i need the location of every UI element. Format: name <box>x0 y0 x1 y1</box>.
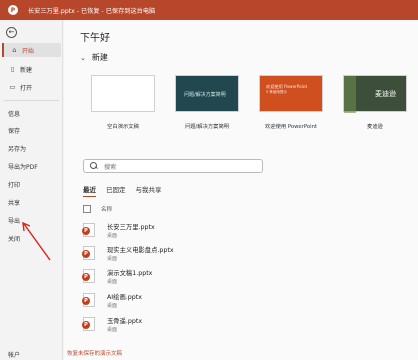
new-section-header[interactable]: ⌄ 新建 <box>80 52 108 63</box>
list-item[interactable]: P 现实主义电影盘点.pptx 桌面 <box>82 242 403 264</box>
thumbnail-accent <box>344 76 356 113</box>
section-title: 新建 <box>91 53 108 62</box>
search-placeholder: 搜索 <box>104 163 117 171</box>
pptx-file-icon: P <box>82 269 95 283</box>
file-location: 桌面 <box>107 302 118 309</box>
pptx-file-icon: P <box>82 223 95 237</box>
file-list-header: 名称 <box>83 205 403 213</box>
template-label: 空白演示文稿 <box>107 124 139 130</box>
tab-recent[interactable]: 最近 <box>83 184 96 197</box>
template-label: 欢迎使用 PowerPoint <box>264 124 318 130</box>
file-type-icon <box>83 205 91 213</box>
pptx-file-icon: P <box>82 246 95 260</box>
thumbnail-title: 麦迪逊 <box>375 90 396 98</box>
file-name: 长安三万里.pptx <box>107 223 155 231</box>
template-welcome-thumbnail[interactable]: 欢迎使用 PowerPoint 5 条使用提示 <box>259 75 323 112</box>
list-item[interactable]: P 玉骨遥.pptx 桌面 <box>82 313 403 335</box>
column-name-header[interactable]: 名称 <box>101 205 112 213</box>
search-input[interactable]: 搜索 <box>83 159 263 173</box>
list-item[interactable]: P 演示文稿1.pptx 桌面 <box>82 265 403 287</box>
page-title: 下午好 <box>80 33 110 44</box>
template-blank-thumbnail[interactable] <box>91 75 155 112</box>
file-name: 玉骨遥.pptx <box>107 317 143 325</box>
thumbnail-title: 问题/解决方案简明 <box>184 92 226 98</box>
file-name: AI绘画.pptx <box>107 293 142 301</box>
file-location: 桌面 <box>107 255 118 262</box>
file-location: 桌面 <box>107 326 118 333</box>
tab-pinned[interactable]: 已固定 <box>106 184 126 197</box>
pptx-file-icon: P <box>82 317 95 331</box>
recover-unsaved-link[interactable]: 恢复未保存的演示文稿 <box>67 349 122 357</box>
backstage-home: 下午好 ⌄ 新建 空白演示文稿 问题/解决方案简明 问题/解决方案简明 欢迎使用… <box>64 20 418 360</box>
template-problem-solution-thumbnail[interactable]: 问题/解决方案简明 <box>175 75 239 112</box>
list-item[interactable]: P AI绘画.pptx 桌面 <box>82 289 403 311</box>
file-location: 桌面 <box>107 278 118 285</box>
template-label: 问题/解决方案简明 <box>184 124 230 130</box>
file-tabs: 最近 已固定 与我共享 <box>83 184 172 197</box>
file-location: 桌面 <box>107 232 118 239</box>
template-label: 麦迪逊 <box>367 124 383 130</box>
pptx-file-icon: P <box>82 293 95 307</box>
chevron-down-icon: ⌄ <box>80 53 86 62</box>
template-madison-thumbnail[interactable]: 麦迪逊 <box>343 75 407 113</box>
list-item[interactable]: P 长安三万里.pptx 桌面 <box>82 219 403 241</box>
file-name: 现实主义电影盘点.pptx <box>107 246 174 254</box>
file-name: 演示文稿1.pptx <box>107 269 153 277</box>
thumbnail-subtitle: 5 条使用提示 <box>266 90 287 94</box>
search-icon <box>90 162 98 170</box>
tab-shared-with-me[interactable]: 与我共享 <box>136 184 162 197</box>
